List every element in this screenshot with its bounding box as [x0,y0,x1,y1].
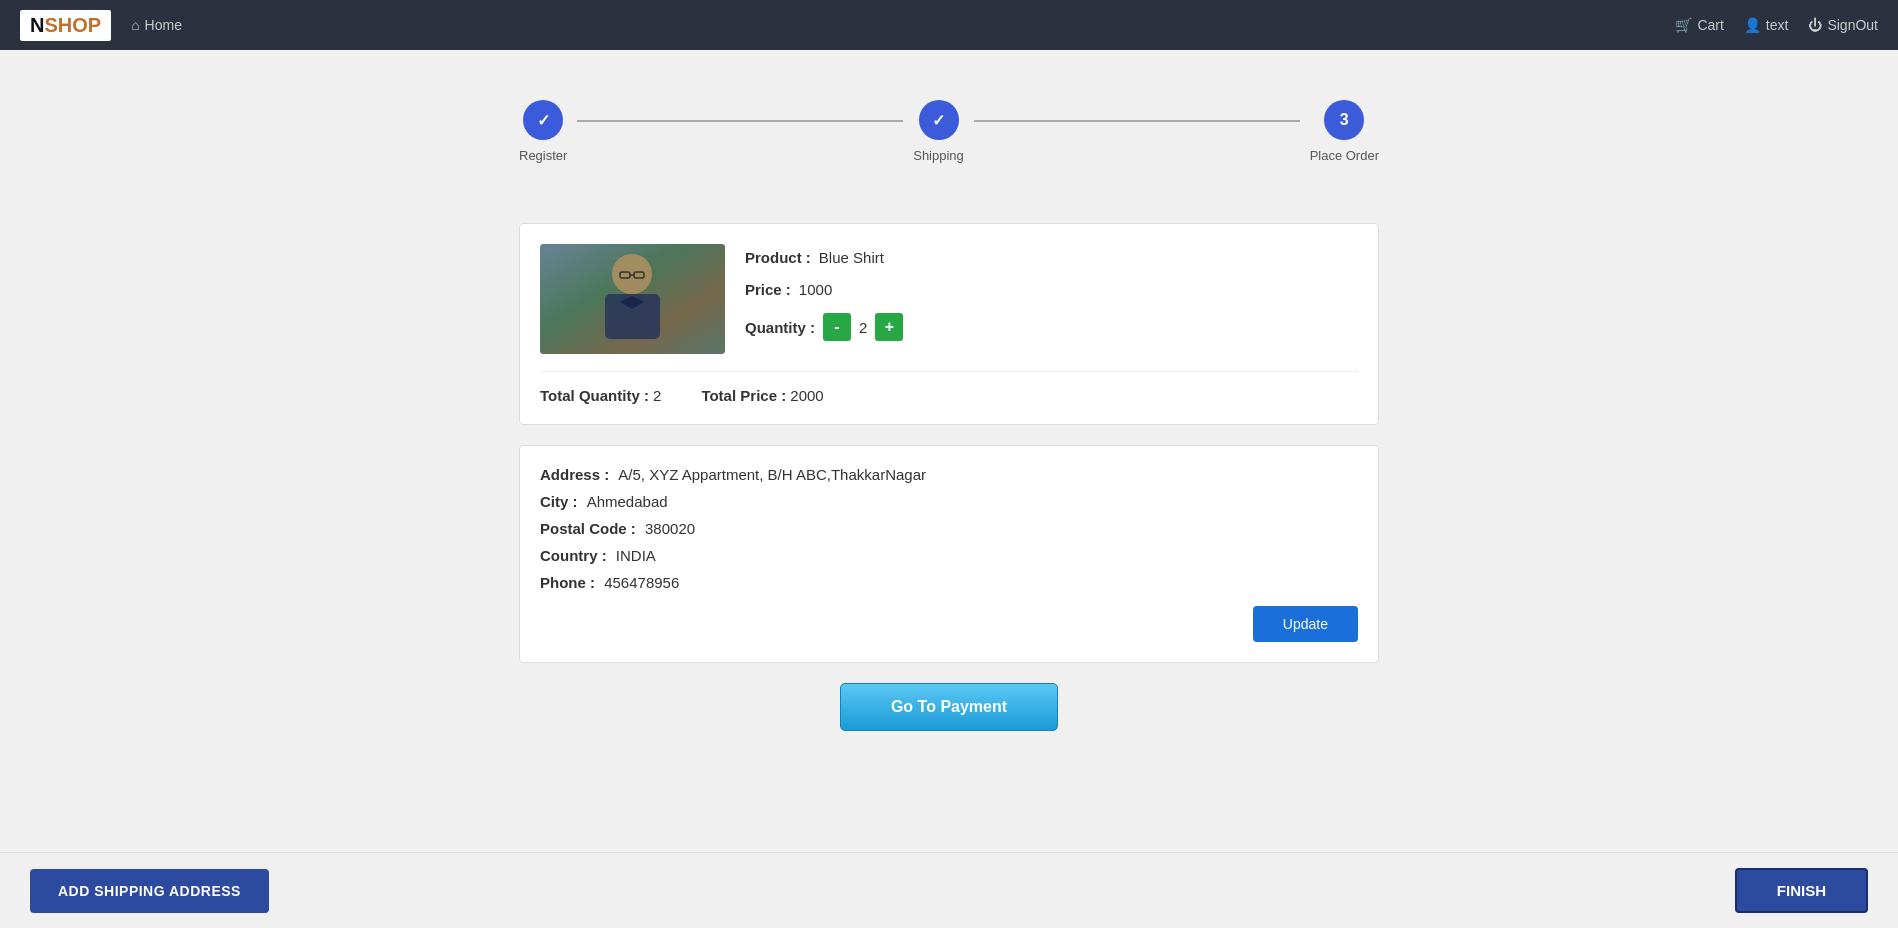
main-content: ✓ Register ✓ Shipping 3 Place Order [499,50,1399,851]
product-image-svg [540,244,725,354]
home-link[interactable]: ⌂ Home [131,17,182,33]
address-card: Address : A/5, XYZ Appartment, B/H ABC,T… [519,445,1379,663]
country-label: Country : [540,547,607,564]
phone-value: 456478956 [604,574,679,591]
step-shipping-label: Shipping [913,148,964,163]
quantity-controls: - 2 + [823,313,903,341]
product-price-field: Price : 1000 [745,281,1358,298]
country-value: INDIA [616,547,656,564]
step-line-1 [577,120,903,122]
step-shipping-icon: ✓ [932,111,945,130]
postal-label: Postal Code : [540,520,636,537]
svg-point-1 [612,254,652,294]
quantity-value: 2 [859,319,867,336]
total-qty-value: 2 [653,387,661,404]
step-line-2 [974,120,1300,122]
step-shipping-circle: ✓ [919,100,959,140]
cart-link[interactable]: 🛒 Cart [1675,17,1723,33]
product-image [540,244,725,354]
logo-shop: SHOP [44,14,101,36]
logo[interactable]: NSHOP [20,10,111,41]
signout-icon: ⏻ [1808,17,1822,33]
total-price: Total Price : 2000 [701,387,823,404]
product-details: Product : Blue Shirt Price : 1000 Quanti… [745,244,1358,356]
add-shipping-button[interactable]: ADD SHIPPING ADDRESS [30,869,269,913]
update-button[interactable]: Update [1253,606,1358,642]
postal-field: Postal Code : 380020 [540,520,1358,537]
svg-rect-0 [540,244,725,354]
svg-rect-5 [634,272,644,278]
total-quantity: Total Quantity : 2 [540,387,661,404]
address-label: Address : [540,466,609,483]
signout-link[interactable]: ⏻ SignOut [1808,17,1878,33]
city-label: City : [540,493,578,510]
total-price-label: Total Price : [701,387,786,404]
step-shipping: ✓ Shipping [913,100,964,163]
svg-rect-2 [605,294,660,339]
bottom-bar: ADD SHIPPING ADDRESS FINISH [0,852,1898,928]
product-totals: Total Quantity : 2 Total Price : 2000 [540,371,1358,404]
user-link[interactable]: 👤 text [1744,17,1789,33]
navbar-left: NSHOP ⌂ Home [20,10,182,41]
cart-icon: 🛒 [1675,17,1692,33]
home-label: Home [145,17,182,33]
product-quantity-field: Quantity : - 2 + [745,313,1358,341]
logo-n: N [30,14,44,36]
navbar-right: 🛒 Cart 👤 text ⏻ SignOut [1675,17,1878,33]
home-icon: ⌂ [131,17,139,33]
user-label: text [1766,17,1789,33]
step-place-order-icon: 3 [1340,111,1349,129]
step-register-circle: ✓ [523,100,563,140]
product-price-label: Price : [745,281,791,298]
step-register: ✓ Register [519,100,567,163]
step-place-order: 3 Place Order [1310,100,1379,163]
quantity-plus-button[interactable]: + [875,313,903,341]
city-field: City : Ahmedabad [540,493,1358,510]
product-row: Product : Blue Shirt Price : 1000 Quanti… [540,244,1358,371]
address-value: A/5, XYZ Appartment, B/H ABC,ThakkarNaga… [618,466,926,483]
phone-label: Phone : [540,574,595,591]
city-value: Ahmedabad [587,493,668,510]
svg-rect-4 [620,272,630,278]
total-price-value: 2000 [790,387,823,404]
go-to-payment-button[interactable]: Go To Payment [840,683,1058,731]
address-field: Address : A/5, XYZ Appartment, B/H ABC,T… [540,466,1358,483]
phone-field: Phone : 456478956 [540,574,1358,591]
cart-label: Cart [1697,17,1723,33]
navbar: NSHOP ⌂ Home 🛒 Cart 👤 text ⏻ SignOut [0,0,1898,50]
product-name-value: Blue Shirt [819,249,884,266]
svg-marker-3 [620,296,644,309]
total-qty-label: Total Quantity : [540,387,649,404]
postal-value: 380020 [645,520,695,537]
product-name-field: Product : Blue Shirt [745,249,1358,266]
step-place-order-label: Place Order [1310,148,1379,163]
product-card: Product : Blue Shirt Price : 1000 Quanti… [519,223,1379,425]
product-price-value: 1000 [799,281,832,298]
country-field: Country : INDIA [540,547,1358,564]
product-name-label: Product : [745,249,811,266]
step-register-label: Register [519,148,567,163]
address-card-footer: Update [540,606,1358,642]
quantity-minus-button[interactable]: - [823,313,851,341]
stepper: ✓ Register ✓ Shipping 3 Place Order [519,80,1379,183]
finish-button[interactable]: FINISH [1735,868,1868,913]
payment-btn-row: Go To Payment [519,683,1379,731]
product-quantity-label: Quantity : [745,319,815,336]
user-icon: 👤 [1744,17,1761,33]
step-place-order-circle: 3 [1324,100,1364,140]
step-register-icon: ✓ [537,111,550,130]
signout-label: SignOut [1827,17,1878,33]
